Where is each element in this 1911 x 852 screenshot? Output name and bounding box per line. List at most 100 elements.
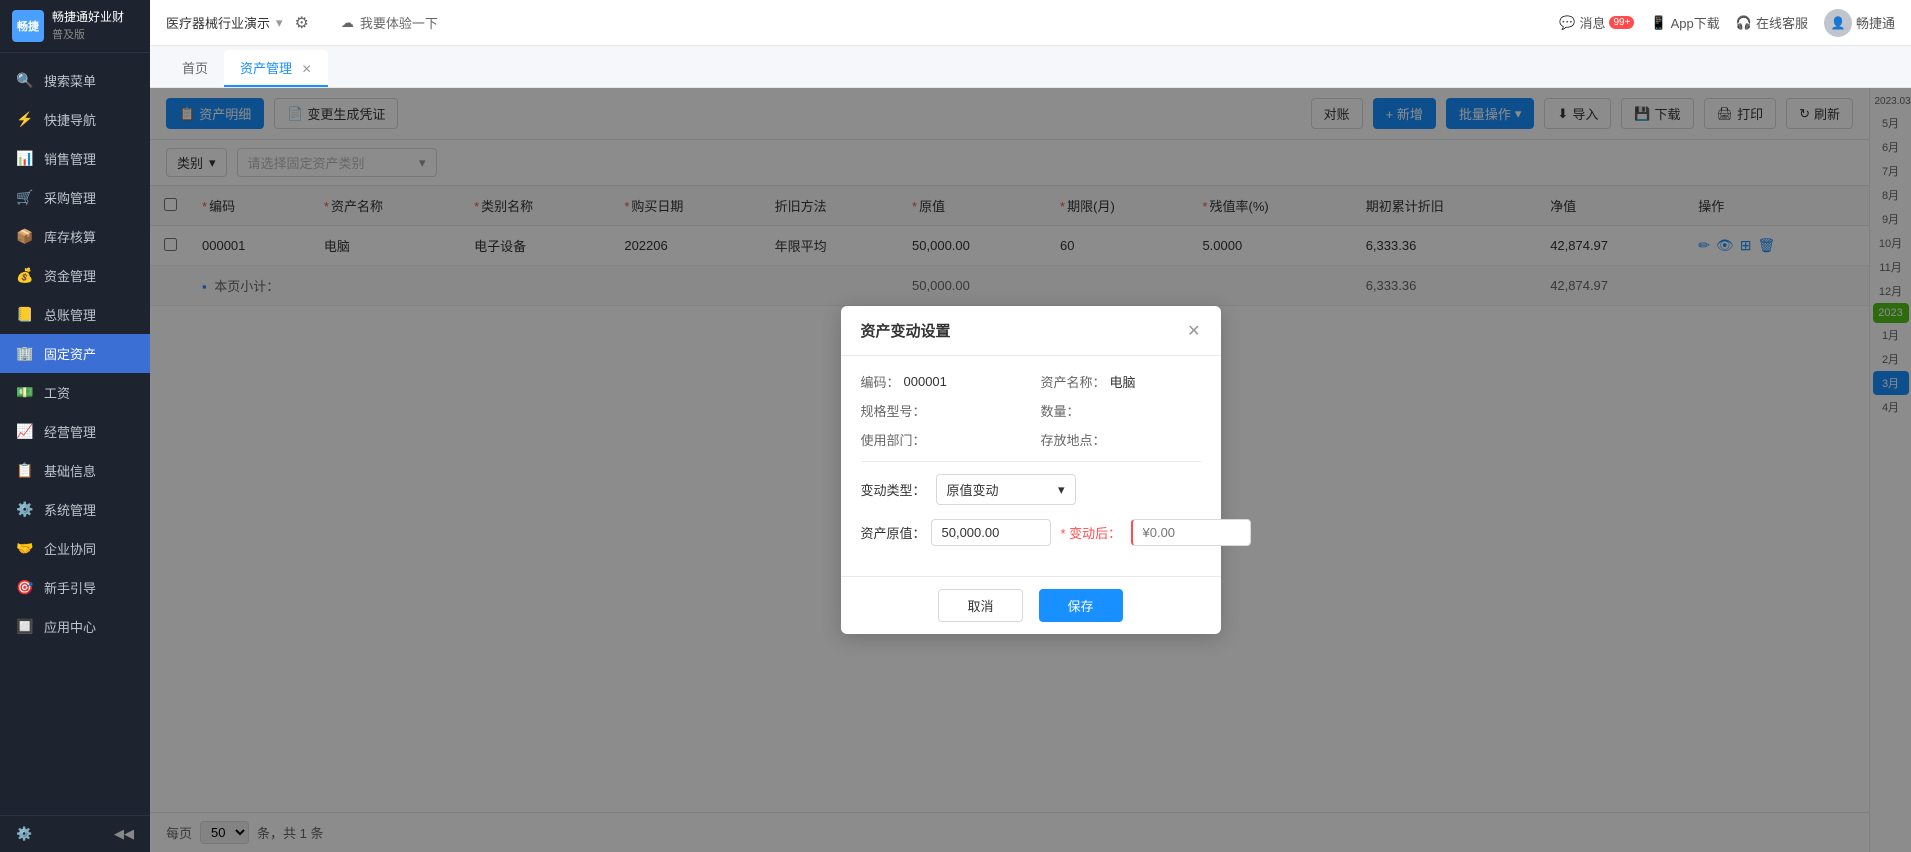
cancel-button[interactable]: 取消 bbox=[938, 589, 1022, 622]
user-menu[interactable]: 👤 畅捷通 bbox=[1824, 9, 1895, 37]
company-selector[interactable]: 医疗器械行业演示 ▾ bbox=[166, 13, 283, 32]
sidebar-item-label: 基础信息 bbox=[44, 461, 96, 480]
asset-value-display: 50,000.00 bbox=[931, 519, 1051, 546]
enterprise-icon: 🤝 bbox=[16, 540, 34, 558]
modal-info-row-1: 编码： 000001 资产名称： 电脑 bbox=[861, 372, 1201, 391]
sidebar-item-ledger[interactable]: 📒 总账管理 bbox=[0, 295, 150, 334]
sidebar-item-salary[interactable]: 💵 工资 bbox=[0, 373, 150, 412]
modal-body: 编码： 000001 资产名称： 电脑 规格型号： bbox=[841, 356, 1221, 576]
modal-overlay: 资产变动设置 ✕ 编码： 000001 资产名称： 电脑 bbox=[150, 88, 1911, 852]
sidebar-item-label: 固定资产 bbox=[44, 344, 96, 363]
collapse-icon[interactable]: ◀◀ bbox=[114, 826, 134, 842]
headset-icon: 🎧 bbox=[1736, 15, 1752, 31]
app-download-btn[interactable]: 📱 App下载 bbox=[1650, 13, 1719, 32]
modal-location-field: 存放地点： bbox=[1041, 430, 1201, 449]
modal-divider bbox=[861, 461, 1201, 462]
download-icon: 📱 bbox=[1650, 15, 1666, 31]
tab-close-icon[interactable]: ✕ bbox=[302, 62, 312, 76]
basic-info-icon: 📋 bbox=[16, 462, 34, 480]
avatar: 👤 bbox=[1824, 9, 1852, 37]
modal-spec-field: 规格型号： bbox=[861, 401, 1021, 420]
sidebar-item-inventory[interactable]: 📦 库存核算 bbox=[0, 217, 150, 256]
sales-icon: 📊 bbox=[16, 150, 34, 168]
change-type-dropdown-icon: ▾ bbox=[1058, 482, 1065, 498]
sidebar-item-label: 企业协同 bbox=[44, 539, 96, 558]
sidebar-nav: 🔍 搜索菜单 ⚡ 快捷导航 📊 销售管理 🛒 采购管理 📦 库存核算 💰 资金管… bbox=[0, 53, 150, 815]
sidebar-item-sales[interactable]: 📊 销售管理 bbox=[0, 139, 150, 178]
message-btn[interactable]: 💬 消息 99+ bbox=[1559, 13, 1634, 32]
guide-icon: 🎯 bbox=[16, 579, 34, 597]
tab-asset-management[interactable]: 资产管理 ✕ bbox=[224, 50, 328, 87]
system-icon: ⚙️ bbox=[16, 501, 34, 519]
sidebar-item-search[interactable]: 🔍 搜索菜单 bbox=[0, 61, 150, 100]
sidebar-item-purchase[interactable]: 🛒 采购管理 bbox=[0, 178, 150, 217]
sidebar-item-basic-info[interactable]: 📋 基础信息 bbox=[0, 451, 150, 490]
sidebar-item-label: 总账管理 bbox=[44, 305, 96, 324]
purchase-icon: 🛒 bbox=[16, 189, 34, 207]
settings-icon[interactable]: ⚙️ bbox=[16, 826, 32, 842]
change-type-label: 变动类型： bbox=[861, 480, 926, 499]
sidebar-item-label: 库存核算 bbox=[44, 227, 96, 246]
main-area: 医疗器械行业演示 ▾ ⚙ ☁ 我要体验一下 💬 消息 99+ 📱 App下载 🎧… bbox=[150, 0, 1911, 852]
settings-gear-icon[interactable]: ⚙ bbox=[295, 13, 309, 33]
change-type-select[interactable]: 原值变动 ▾ bbox=[936, 474, 1076, 505]
sidebar: 畅捷 畅捷通好业财 普及版 🔍 搜索菜单 ⚡ 快捷导航 📊 销售管理 🛒 采购管… bbox=[0, 0, 150, 852]
quick-nav-icon: ⚡ bbox=[16, 111, 34, 129]
modal-close-btn[interactable]: ✕ bbox=[1187, 321, 1200, 341]
after-change-input[interactable] bbox=[1131, 519, 1251, 546]
sidebar-item-label: 系统管理 bbox=[44, 500, 96, 519]
sidebar-item-label: 快捷导航 bbox=[44, 110, 96, 129]
save-button[interactable]: 保存 bbox=[1039, 589, 1123, 622]
after-change-label: * 变动后： bbox=[1061, 523, 1121, 542]
modal-header: 资产变动设置 ✕ bbox=[841, 306, 1221, 356]
modal-dept-field: 使用部门： bbox=[861, 430, 1021, 449]
operations-icon: 📈 bbox=[16, 423, 34, 441]
sidebar-item-label: 采购管理 bbox=[44, 188, 96, 207]
sidebar-item-label: 搜索菜单 bbox=[44, 71, 96, 90]
modal-code-value: 000001 bbox=[904, 374, 947, 389]
modal-info-row-3: 使用部门： 存放地点： bbox=[861, 430, 1201, 449]
topbar-right: 💬 消息 99+ 📱 App下载 🎧 在线客服 👤 畅捷通 bbox=[1559, 9, 1895, 37]
message-icon: 💬 bbox=[1559, 15, 1575, 31]
modal-title: 资产变动设置 bbox=[861, 320, 951, 341]
modal-asset-value-row: 资产原值： 50,000.00 * 变动后： bbox=[861, 519, 1201, 546]
search-icon: 🔍 bbox=[16, 72, 34, 90]
sidebar-item-label: 应用中心 bbox=[44, 617, 96, 636]
salary-icon: 💵 bbox=[16, 384, 34, 402]
sidebar-item-enterprise[interactable]: 🤝 企业协同 bbox=[0, 529, 150, 568]
sidebar-item-quick-nav[interactable]: ⚡ 快捷导航 bbox=[0, 100, 150, 139]
sidebar-item-app-center[interactable]: 🔲 应用中心 bbox=[0, 607, 150, 646]
sidebar-footer: ⚙️ ◀◀ bbox=[0, 815, 150, 852]
asset-change-modal: 资产变动设置 ✕ 编码： 000001 资产名称： 电脑 bbox=[841, 306, 1221, 634]
tabbar: 首页 资产管理 ✕ bbox=[150, 46, 1911, 88]
app-title: 畅捷通好业财 bbox=[52, 10, 124, 26]
sidebar-item-finance[interactable]: 💰 资金管理 bbox=[0, 256, 150, 295]
modal-change-type-row: 变动类型： 原值变动 ▾ bbox=[861, 474, 1201, 505]
modal-info-row-2: 规格型号： 数量： bbox=[861, 401, 1201, 420]
app-center-icon: 🔲 bbox=[16, 618, 34, 636]
modal-asset-name-field: 资产名称： 电脑 bbox=[1041, 372, 1201, 391]
experience-btn[interactable]: ☁ 我要体验一下 bbox=[341, 13, 438, 32]
modal-code-field: 编码： 000001 bbox=[861, 372, 1021, 391]
modal-asset-name-value: 电脑 bbox=[1110, 372, 1136, 391]
company-dropdown-icon: ▾ bbox=[276, 15, 283, 31]
finance-icon: 💰 bbox=[16, 267, 34, 285]
experience-icon: ☁ bbox=[341, 15, 354, 31]
sidebar-item-label: 销售管理 bbox=[44, 149, 96, 168]
sidebar-item-label: 新手引导 bbox=[44, 578, 96, 597]
sidebar-item-operations[interactable]: 📈 经营管理 bbox=[0, 412, 150, 451]
sidebar-header: 畅捷 畅捷通好业财 普及版 bbox=[0, 0, 150, 53]
company-name: 医疗器械行业演示 bbox=[166, 13, 270, 32]
sidebar-item-label: 经营管理 bbox=[44, 422, 96, 441]
customer-service-btn[interactable]: 🎧 在线客服 bbox=[1736, 13, 1808, 32]
inventory-icon: 📦 bbox=[16, 228, 34, 246]
modal-quantity-field: 数量： bbox=[1041, 401, 1201, 420]
asset-value-label: 资产原值： bbox=[861, 523, 921, 542]
modal-footer: 取消 保存 bbox=[841, 576, 1221, 634]
sidebar-item-label: 资金管理 bbox=[44, 266, 96, 285]
sidebar-item-system[interactable]: ⚙️ 系统管理 bbox=[0, 490, 150, 529]
app-subtitle: 普及版 bbox=[52, 26, 124, 42]
tab-home[interactable]: 首页 bbox=[166, 50, 224, 87]
sidebar-item-fixed-assets[interactable]: 🏢 固定资产 bbox=[0, 334, 150, 373]
sidebar-item-guide[interactable]: 🎯 新手引导 bbox=[0, 568, 150, 607]
